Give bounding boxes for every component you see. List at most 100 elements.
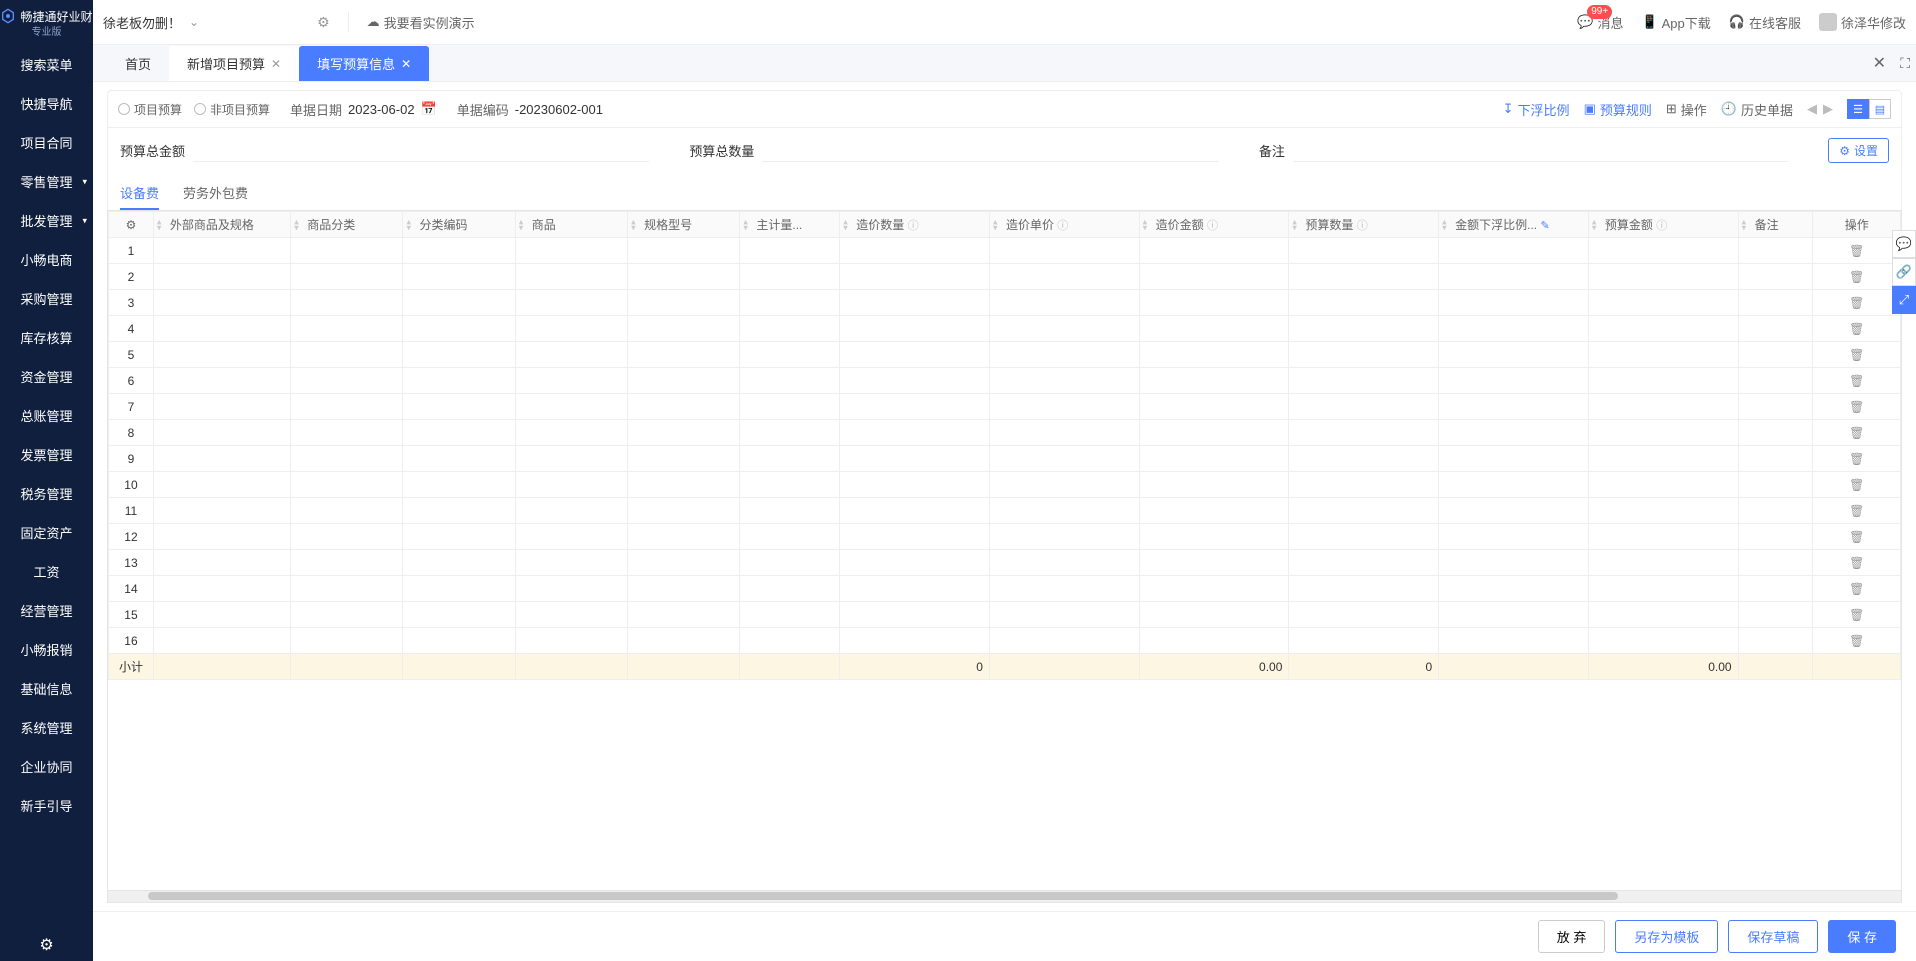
table-row[interactable]: 1🗑 bbox=[109, 238, 1901, 264]
gear-icon[interactable]: ⚙ bbox=[126, 218, 137, 232]
edge-chat-icon[interactable]: 💬 bbox=[1892, 230, 1916, 258]
budget-rule-link[interactable]: ▣预算规则 bbox=[1584, 100, 1652, 119]
total-amount-input[interactable] bbox=[193, 140, 649, 162]
table-row[interactable]: 8🗑 bbox=[109, 420, 1901, 446]
delete-icon[interactable]: 🗑 bbox=[1849, 374, 1864, 388]
sidebar-item-17[interactable]: 系统管理 bbox=[0, 708, 93, 747]
col-header-12[interactable]: ▴▾备注 bbox=[1738, 212, 1813, 238]
close-all-tabs-icon[interactable]: ✕ bbox=[1873, 53, 1886, 73]
delete-icon[interactable]: 🗑 bbox=[1849, 582, 1864, 596]
delete-icon[interactable]: 🗑 bbox=[1849, 556, 1864, 570]
table-row[interactable]: 4🗑 bbox=[109, 316, 1901, 342]
view-card-button[interactable]: ▤ bbox=[1869, 99, 1891, 119]
delete-icon[interactable]: 🗑 bbox=[1849, 478, 1864, 492]
user-menu[interactable]: 徐泽华修改 bbox=[1819, 13, 1906, 32]
save-draft-button[interactable]: 保存草稿 bbox=[1728, 920, 1818, 953]
col-header-13[interactable]: 操作 bbox=[1813, 212, 1901, 238]
sidebar-item-8[interactable]: 资金管理 bbox=[0, 357, 93, 396]
sidebar-item-14[interactable]: 经营管理 bbox=[0, 591, 93, 630]
page-tab-2[interactable]: 填写预算信息✕ bbox=[299, 46, 429, 81]
next-icon[interactable]: ▶ bbox=[1823, 101, 1833, 117]
table-row[interactable]: 2🗑 bbox=[109, 264, 1901, 290]
col-header-0[interactable]: ▴▾外部商品及规格 bbox=[153, 212, 290, 238]
edge-link-icon[interactable]: 🔗 bbox=[1892, 258, 1916, 286]
sidebar-item-12[interactable]: 固定资产 bbox=[0, 513, 93, 552]
sidebar-item-13[interactable]: 工资 bbox=[0, 552, 93, 591]
table-row[interactable]: 12🗑 bbox=[109, 524, 1901, 550]
delete-icon[interactable]: 🗑 bbox=[1849, 270, 1864, 284]
col-header-1[interactable]: ▴▾商品分类 bbox=[291, 212, 403, 238]
delete-icon[interactable]: 🗑 bbox=[1849, 426, 1864, 440]
history-link[interactable]: 🕘历史单据 bbox=[1721, 100, 1793, 119]
sidebar-item-10[interactable]: 发票管理 bbox=[0, 435, 93, 474]
sidebar-item-4[interactable]: 批发管理▾ bbox=[0, 201, 93, 240]
sidebar-item-16[interactable]: 基础信息 bbox=[0, 669, 93, 708]
col-header-9[interactable]: ▴▾预算数量 ⓘ bbox=[1289, 212, 1439, 238]
table-row[interactable]: 7🗑 bbox=[109, 394, 1901, 420]
radio-non-project-budget[interactable]: 非项目预算 bbox=[194, 101, 270, 118]
page-tab-1[interactable]: 新增项目预算✕ bbox=[169, 46, 299, 81]
fullscreen-icon[interactable]: ⛶ bbox=[1900, 55, 1910, 72]
table-row[interactable]: 14🗑 bbox=[109, 576, 1901, 602]
sidebar-item-3[interactable]: 零售管理▾ bbox=[0, 162, 93, 201]
close-icon[interactable]: ✕ bbox=[271, 57, 281, 71]
delete-icon[interactable]: 🗑 bbox=[1849, 530, 1864, 544]
col-header-11[interactable]: ▴▾预算金额 ⓘ bbox=[1588, 212, 1738, 238]
radio-project-budget[interactable]: 项目预算 bbox=[118, 101, 182, 118]
doc-date-value[interactable]: 2023-06-02 bbox=[348, 102, 415, 117]
table-row[interactable]: 16🗑 bbox=[109, 628, 1901, 654]
delete-icon[interactable]: 🗑 bbox=[1849, 634, 1864, 648]
save-button[interactable]: 保 存 bbox=[1828, 920, 1896, 953]
tab-equipment-fee[interactable]: 设备费 bbox=[120, 177, 159, 210]
sidebar-item-1[interactable]: 快捷导航 bbox=[0, 84, 93, 123]
table-row[interactable]: 6🗑 bbox=[109, 368, 1901, 394]
sidebar-item-7[interactable]: 库存核算 bbox=[0, 318, 93, 357]
col-header-2[interactable]: ▴▾分类编码 bbox=[403, 212, 515, 238]
tenant-selector[interactable]: 徐老板勿删！ ⌄ bbox=[103, 13, 299, 32]
delete-icon[interactable]: 🗑 bbox=[1849, 504, 1864, 518]
col-header-6[interactable]: ▴▾造价数量 ⓘ bbox=[840, 212, 990, 238]
discard-button[interactable]: 放 弃 bbox=[1538, 920, 1606, 953]
col-header-3[interactable]: ▴▾商品 bbox=[515, 212, 627, 238]
delete-icon[interactable]: 🗑 bbox=[1849, 348, 1864, 362]
horizontal-scrollbar[interactable] bbox=[107, 891, 1902, 903]
table-row[interactable]: 11🗑 bbox=[109, 498, 1901, 524]
page-tab-0[interactable]: 首页 bbox=[107, 46, 169, 81]
table-row[interactable]: 10🗑 bbox=[109, 472, 1901, 498]
messages-link[interactable]: 💬 消息 99+ bbox=[1577, 13, 1623, 32]
sidebar-settings-icon[interactable]: ⚙ bbox=[0, 931, 93, 961]
table-row[interactable]: 15🗑 bbox=[109, 602, 1901, 628]
tab-outsource-fee[interactable]: 劳务外包费 bbox=[183, 177, 248, 210]
delete-icon[interactable]: 🗑 bbox=[1849, 244, 1864, 258]
settings-button[interactable]: ⚙ 设置 bbox=[1828, 138, 1889, 163]
sidebar-item-11[interactable]: 税务管理 bbox=[0, 474, 93, 513]
col-header-10[interactable]: ▴▾金额下浮比例... ✎ bbox=[1439, 212, 1589, 238]
total-qty-input[interactable] bbox=[762, 140, 1218, 162]
edit-icon[interactable]: ✎ bbox=[1541, 220, 1550, 232]
delete-icon[interactable]: 🗑 bbox=[1849, 322, 1864, 336]
prev-icon[interactable]: ◀ bbox=[1807, 101, 1817, 117]
col-header-8[interactable]: ▴▾造价金额 ⓘ bbox=[1139, 212, 1289, 238]
gear-icon[interactable]: ⚙ bbox=[317, 14, 330, 31]
delete-icon[interactable]: 🗑 bbox=[1849, 400, 1864, 414]
edge-expand-icon[interactable]: ⤢ bbox=[1892, 286, 1916, 314]
sidebar-item-19[interactable]: 新手引导 bbox=[0, 786, 93, 825]
sidebar-item-0[interactable]: 搜索菜单 bbox=[0, 45, 93, 84]
sidebar-item-6[interactable]: 采购管理 bbox=[0, 279, 93, 318]
online-service-link[interactable]: 🎧 在线客服 bbox=[1729, 13, 1801, 32]
help-icon[interactable]: ⓘ bbox=[1057, 220, 1068, 232]
view-list-button[interactable]: ☰ bbox=[1847, 99, 1869, 119]
float-ratio-link[interactable]: ↧下浮比例 bbox=[1503, 100, 1570, 119]
close-icon[interactable]: ✕ bbox=[401, 57, 411, 71]
delete-icon[interactable]: 🗑 bbox=[1849, 608, 1864, 622]
sidebar-item-5[interactable]: 小畅电商 bbox=[0, 240, 93, 279]
help-icon[interactable]: ⓘ bbox=[1207, 220, 1218, 232]
remark-input[interactable] bbox=[1293, 140, 1788, 162]
sidebar-item-15[interactable]: 小畅报销 bbox=[0, 630, 93, 669]
help-icon[interactable]: ⓘ bbox=[1357, 220, 1368, 232]
demo-link[interactable]: ☁ 我要看实例演示 bbox=[367, 13, 475, 32]
sidebar-item-9[interactable]: 总账管理 bbox=[0, 396, 93, 435]
sidebar-item-18[interactable]: 企业协同 bbox=[0, 747, 93, 786]
table-row[interactable]: 9🗑 bbox=[109, 446, 1901, 472]
app-download-link[interactable]: 📱 App下载 bbox=[1641, 13, 1710, 32]
